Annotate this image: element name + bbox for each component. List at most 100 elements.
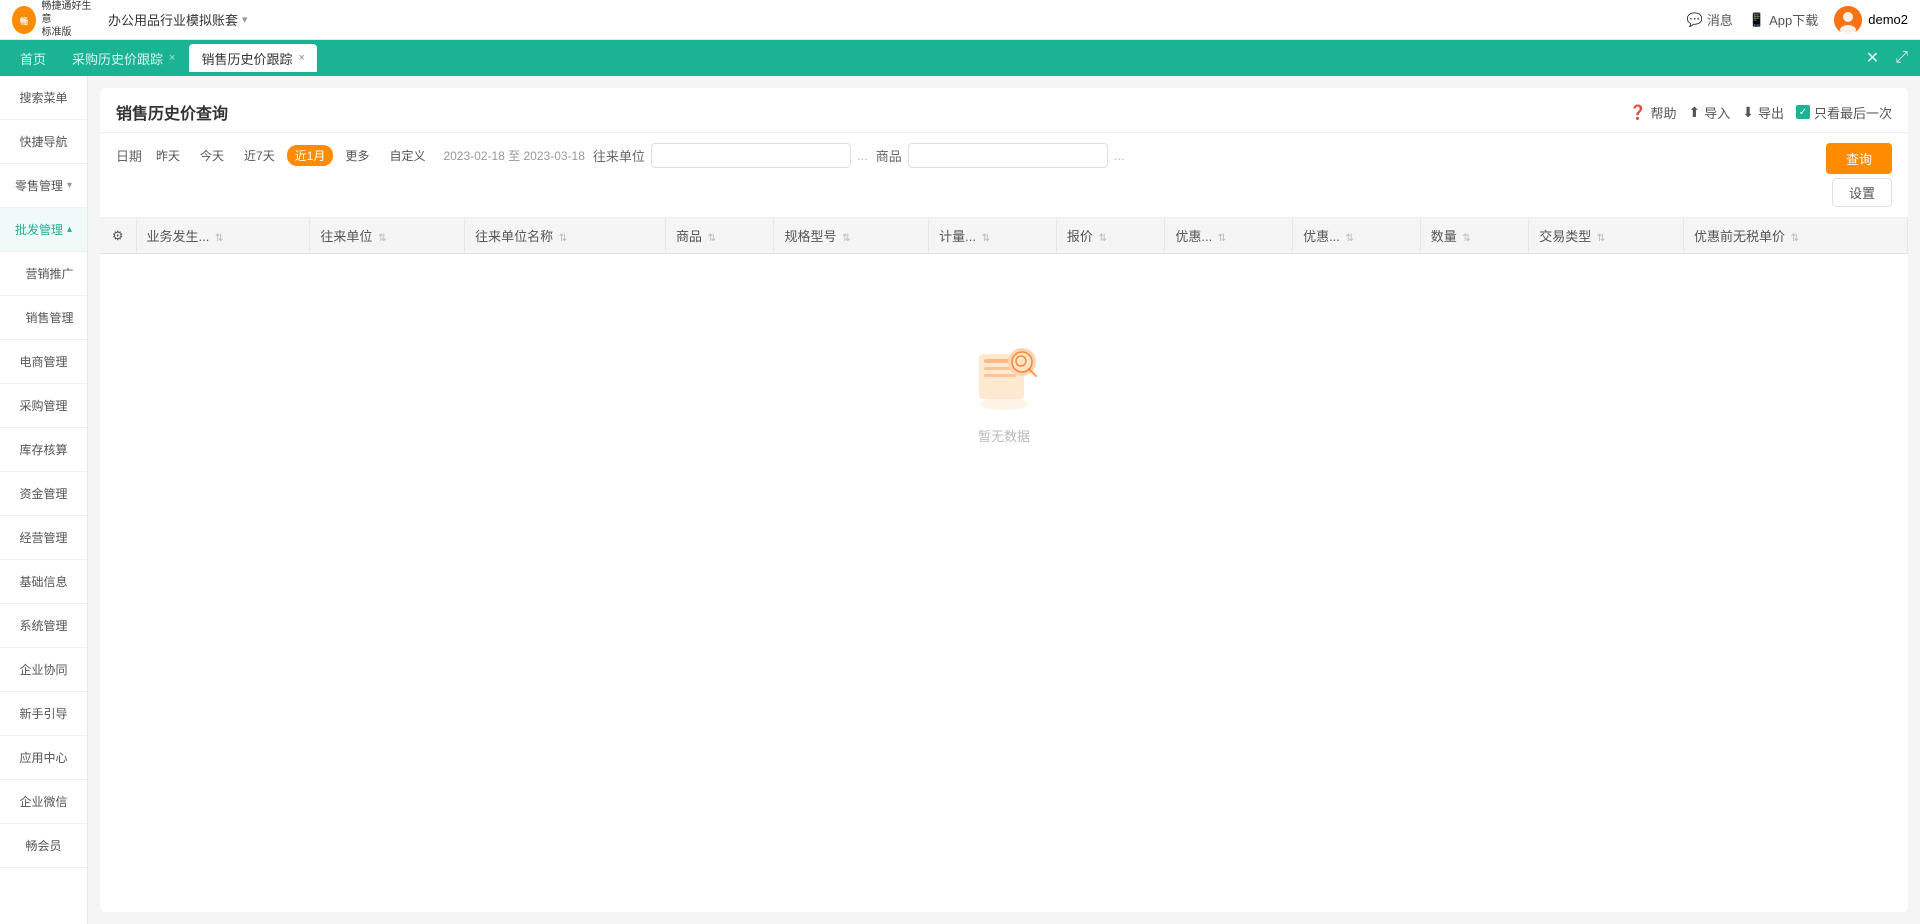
import-btn[interactable]: ⬆ 导入 xyxy=(1688,103,1730,122)
sidebar-item-basic-info[interactable]: 基础信息 xyxy=(0,560,87,604)
th-tax-price[interactable]: 优惠前无税单价 ⇅ xyxy=(1683,218,1907,254)
sort-arrows-biz-date: ⇅ xyxy=(215,233,223,244)
wechat-label: 企业微信 xyxy=(19,793,67,810)
goods-filter-group: 商品 ... xyxy=(876,143,1125,168)
download-icon: 📱 xyxy=(1749,12,1765,28)
partner-label: 往来单位 xyxy=(593,146,645,165)
date-filter-group: 日期 昨天 今天 近7天 近1月 更多 自定义 2023-02-18 至 202… xyxy=(116,145,585,166)
goods-dots[interactable]: ... xyxy=(1114,148,1125,163)
help-btn[interactable]: ❓ 帮助 xyxy=(1629,103,1676,122)
content-area: 销售历史价查询 ❓ 帮助 ⬆ 导入 ⬇ 导出 ✓ xyxy=(88,76,1920,924)
goods-label: 商品 xyxy=(876,146,902,165)
sidebar-item-retail[interactable]: 零售管理 ▾ xyxy=(0,164,87,208)
th-trade-type[interactable]: 交易类型 ⇅ xyxy=(1529,218,1684,254)
date-btn-1month[interactable]: 近1月 xyxy=(287,145,334,166)
sort-arrows-trade-type: ⇅ xyxy=(1597,233,1605,244)
sidebar-item-finance[interactable]: 资金管理 xyxy=(0,472,87,516)
goods-input[interactable] xyxy=(908,143,1108,168)
th-partner-code[interactable]: 往来单位 ⇅ xyxy=(310,218,465,254)
th-biz-date[interactable]: 业务发生... ⇅ xyxy=(136,218,310,254)
sidebar-item-app-center[interactable]: 应用中心 xyxy=(0,736,87,780)
retail-arrow-icon: ▾ xyxy=(67,180,72,191)
sidebar-item-quick-nav[interactable]: 快捷导航 xyxy=(0,120,87,164)
sort-arrows-quote: ⇅ xyxy=(1099,233,1107,244)
member-label: 畅会员 xyxy=(25,837,61,854)
workspace-selector[interactable]: 办公用品行业模拟账套 ▾ xyxy=(100,6,1679,33)
only-last-checkbox-label[interactable]: ✓ 只看最后一次 xyxy=(1796,103,1892,122)
date-btn-custom[interactable]: 自定义 xyxy=(381,145,433,166)
th-settings[interactable]: ⚙ xyxy=(100,218,136,254)
sort-arrows-spec: ⇅ xyxy=(842,233,850,244)
th-spec[interactable]: 规格型号 ⇅ xyxy=(774,218,929,254)
maximize-btn[interactable]: ⤢ xyxy=(1891,47,1912,69)
enterprise-label: 企业协同 xyxy=(19,661,67,678)
quick-nav-label: 快捷导航 xyxy=(19,133,67,150)
filter-right: 查询 设置 xyxy=(1826,143,1892,207)
sidebar-item-enterprise[interactable]: 企业协同 xyxy=(0,648,87,692)
th-partner-name[interactable]: 往来单位名称 ⇅ xyxy=(465,218,666,254)
date-btn-more[interactable]: 更多 xyxy=(337,145,377,166)
th-discount1[interactable]: 优惠... ⇅ xyxy=(1165,218,1293,254)
sidebar-item-ecommerce[interactable]: 电商管理 xyxy=(0,340,87,384)
date-btn-7days[interactable]: 近7天 xyxy=(236,145,283,166)
th-qty[interactable]: 数量 ⇅ xyxy=(1420,218,1528,254)
partner-filter-group: 往来单位 ... xyxy=(593,143,868,168)
close-tab-btn[interactable]: ✕ xyxy=(1862,46,1883,70)
page-title: 销售历史价查询 xyxy=(116,100,228,124)
sort-arrows-goods: ⇅ xyxy=(708,233,716,244)
sidebar-item-search-menu[interactable]: 搜索菜单 xyxy=(0,76,87,120)
app-download-btn[interactable]: 📱 App下载 xyxy=(1749,10,1818,29)
th-discount2[interactable]: 优惠... ⇅ xyxy=(1293,218,1421,254)
th-unit[interactable]: 计量... ⇅ xyxy=(929,218,1057,254)
sort-arrows-partner-name: ⇅ xyxy=(559,233,567,244)
sidebar-item-guide[interactable]: 新手引导 xyxy=(0,692,87,736)
tab-close-purchase[interactable]: × xyxy=(169,53,175,64)
settings-icon: ⚙ xyxy=(112,228,124,243)
workspace-name: 办公用品行业模拟账套 xyxy=(108,10,238,29)
partner-dots[interactable]: ... xyxy=(857,148,868,163)
sort-arrows-tax-price: ⇅ xyxy=(1791,233,1799,244)
message-btn[interactable]: 💬 消息 xyxy=(1687,10,1733,29)
sort-arrows-partner-code: ⇅ xyxy=(378,233,386,244)
empty-state: 暂无数据 xyxy=(100,254,1908,525)
date-range-text: 2023-02-18 至 2023-03-18 xyxy=(443,147,584,164)
sidebar-item-purchase-mgmt[interactable]: 采购管理 xyxy=(0,384,87,428)
tab-close-sales[interactable]: × xyxy=(298,53,304,64)
table-container: ⚙ 业务发生... ⇅ 往来单位 ⇅ 往来单位名称 xyxy=(100,218,1908,912)
sidebar-item-inventory[interactable]: 库存核算 xyxy=(0,428,87,472)
sidebar-item-sales-mgmt[interactable]: 销售管理 xyxy=(0,296,87,340)
sort-arrows-qty: ⇅ xyxy=(1462,233,1470,244)
sidebar-item-system[interactable]: 系统管理 xyxy=(0,604,87,648)
empty-text: 暂无数据 xyxy=(978,426,1030,445)
sidebar-item-ops-mgmt[interactable]: 经营管理 xyxy=(0,516,87,560)
tab-purchase-history[interactable]: 采购历史价跟踪 × xyxy=(60,44,187,72)
tab-bar-actions: ✕ ⤢ xyxy=(1862,46,1912,70)
filter-inner: 日期 昨天 今天 近7天 近1月 更多 自定义 2023-02-18 至 202… xyxy=(116,143,1810,168)
basic-info-label: 基础信息 xyxy=(19,573,67,590)
chevron-down-icon: ▾ xyxy=(242,13,248,26)
sidebar-item-wechat[interactable]: 企业微信 xyxy=(0,780,87,824)
logo-text: 畅捷通好生意 标准版 xyxy=(42,0,92,39)
guide-label: 新手引导 xyxy=(19,705,67,722)
sidebar-item-wholesale[interactable]: 批发管理 ▴ xyxy=(0,208,87,252)
sidebar-item-marketing[interactable]: 营销推广 xyxy=(0,252,87,296)
only-last-checkbox[interactable]: ✓ xyxy=(1796,105,1810,119)
tab-sales-history[interactable]: 销售历史价跟踪 × xyxy=(189,44,316,72)
username: demo2 xyxy=(1868,12,1908,27)
import-icon: ⬆ xyxy=(1688,104,1700,121)
sidebar-item-member[interactable]: 畅会员 xyxy=(0,824,87,868)
export-btn[interactable]: ⬇ 导出 xyxy=(1742,103,1784,122)
th-goods[interactable]: 商品 ⇅ xyxy=(666,218,774,254)
query-button[interactable]: 查询 xyxy=(1826,143,1892,174)
page-header-actions: ❓ 帮助 ⬆ 导入 ⬇ 导出 ✓ 只看最后一次 xyxy=(1629,103,1892,122)
date-label: 日期 xyxy=(116,146,142,165)
th-quote[interactable]: 报价 ⇅ xyxy=(1056,218,1164,254)
wholesale-arrow-icon: ▴ xyxy=(67,224,72,235)
partner-input[interactable] xyxy=(651,143,851,168)
tab-home[interactable]: 首页 xyxy=(8,44,58,72)
user-area[interactable]: demo2 xyxy=(1834,6,1908,34)
date-btn-today[interactable]: 今天 xyxy=(192,145,232,166)
date-btn-yesterday[interactable]: 昨天 xyxy=(148,145,188,166)
settings-button[interactable]: 设置 xyxy=(1832,178,1892,207)
retail-label: 零售管理 xyxy=(15,177,63,194)
